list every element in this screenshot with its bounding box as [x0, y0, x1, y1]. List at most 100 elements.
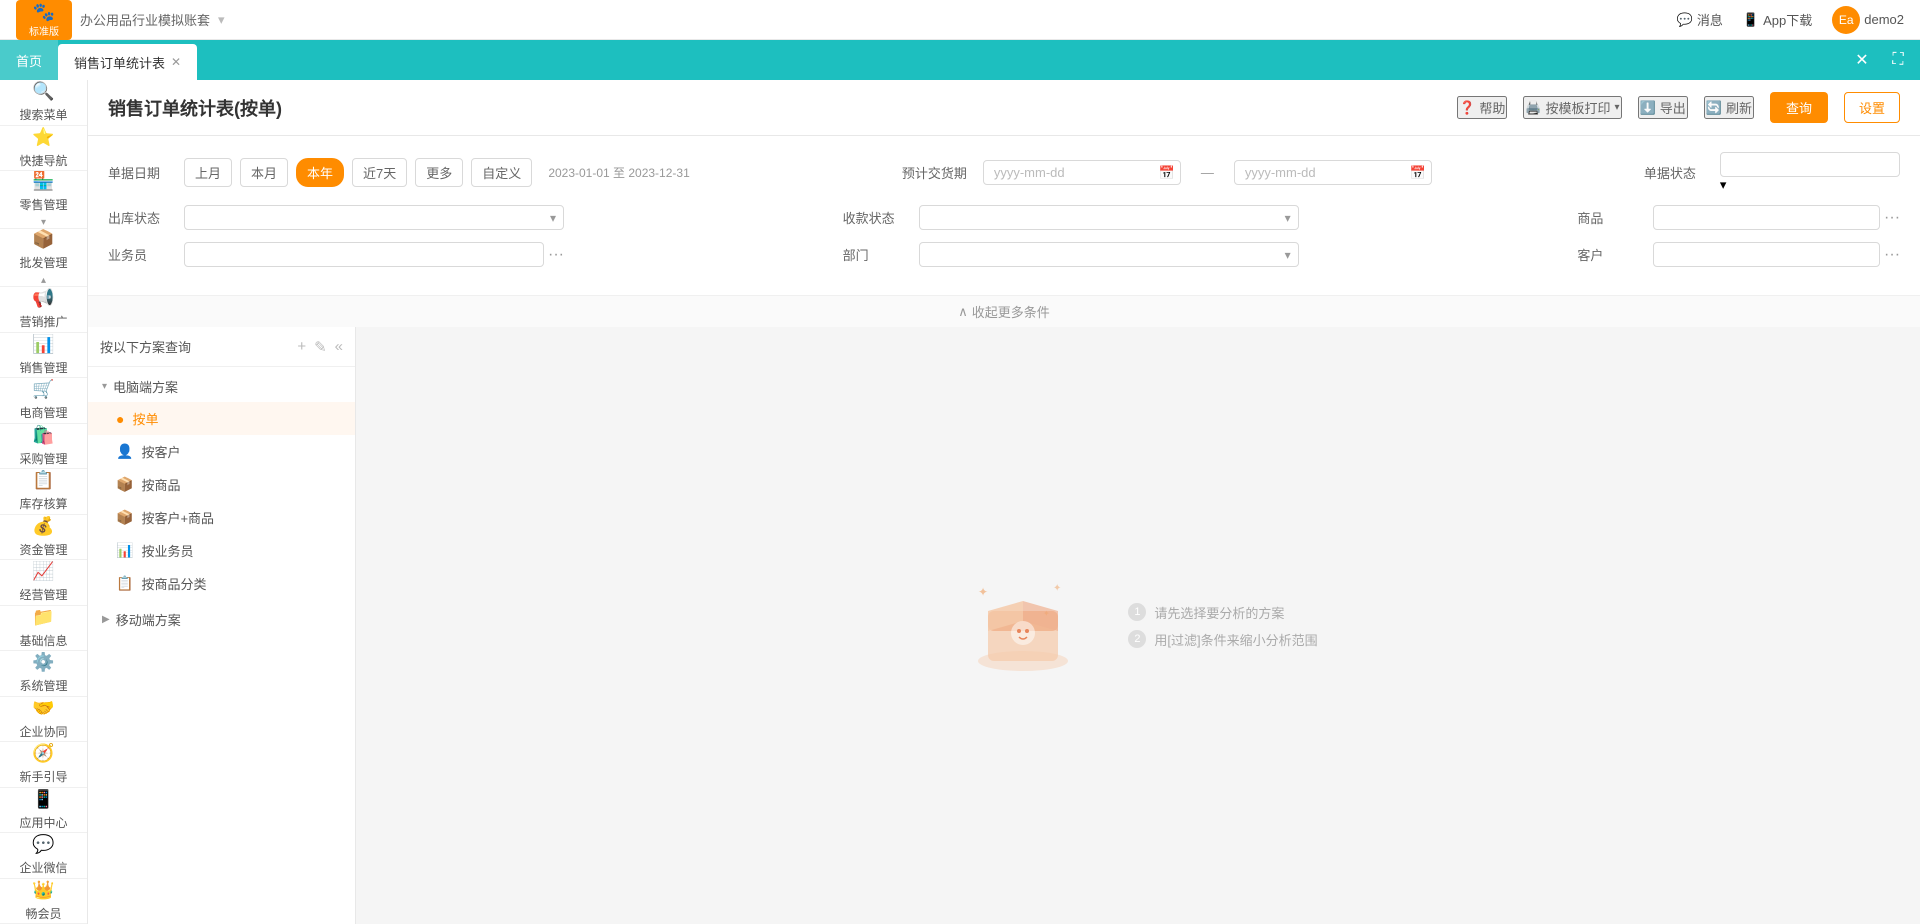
message-button[interactable]: 💬 消息 [1677, 10, 1723, 29]
sidebar-item-basic[interactable]: 📁 基础信息 [0, 606, 87, 652]
sidebar-item-label: 应用中心 [19, 814, 67, 831]
scheme-add-icon[interactable]: + [297, 338, 306, 355]
operation-icon: 📈 [32, 561, 54, 582]
delivery-end-wrap: 📅 [1234, 160, 1432, 185]
scheme-group-mobile[interactable]: ▶ 移动端方案 [88, 604, 355, 635]
scheme-item-label-by-category: 按商品分类 [141, 574, 206, 593]
user-menu[interactable]: Ea demo2 [1832, 6, 1904, 34]
scheme-item-by-cust-product[interactable]: 📦 按客户+商品 [88, 501, 355, 534]
order-status-select-wrap: ▾ [1720, 152, 1900, 193]
refresh-button[interactable]: 🔄 刷新 [1704, 96, 1754, 119]
sidebar-item-label: 新手引导 [19, 768, 67, 785]
delivery-end-cal-icon[interactable]: 📅 [1410, 165, 1426, 181]
salesperson-input[interactable] [184, 242, 544, 267]
delivery-status-select[interactable] [184, 205, 564, 230]
customer-input[interactable] [1653, 242, 1880, 267]
sidebar-item-label: 电商管理 [19, 404, 67, 421]
department-select[interactable] [919, 242, 1299, 267]
scheme-edit-icon[interactable]: ✎ [314, 338, 327, 356]
sidebar-item-purchase[interactable]: 🛍️ 采购管理 [0, 424, 87, 470]
collapse-bar[interactable]: ∧ 收起更多条件 [88, 295, 1920, 327]
query-button[interactable]: 查询 [1770, 92, 1828, 123]
date-btn-custom[interactable]: 自定义 [471, 158, 532, 187]
date-btn-this-year[interactable]: 本年 [296, 158, 344, 187]
customer-dots-icon[interactable]: ··· [1884, 246, 1900, 264]
sidebar-item-quick-nav[interactable]: ⭐ 快捷导航 [0, 126, 87, 172]
sidebar-item-enterprise-wx[interactable]: 💬 企业微信 [0, 833, 87, 879]
payment-status-select[interactable] [919, 205, 1299, 230]
product-dots-icon[interactable]: ··· [1884, 209, 1900, 227]
sidebar-item-marketing[interactable]: 📢 营销推广 [0, 287, 87, 333]
scheme-item-icon-by-customer: 👤 [116, 443, 133, 460]
page-header-actions: ❓ 帮助 🖨️ 按模板打印 ▾ ⬇️ 导出 🔄 刷新 查询 [1457, 92, 1900, 135]
sidebar-item-retail[interactable]: 🏪 零售管理 ▾ [0, 171, 87, 229]
sidebar-item-search-menu[interactable]: 🔍 搜索菜单 [0, 80, 87, 126]
main-layout: 🔍 搜索菜单 ⭐ 快捷导航 🏪 零售管理 ▾ 📦 批发管理 ▴ 📢 营销推广 📊… [0, 80, 1920, 924]
sidebar-item-wholesale[interactable]: 📦 批发管理 ▴ [0, 229, 87, 287]
help-label: 帮助 [1479, 98, 1505, 117]
empty-hint-2: 2 用[过滤]条件来缩小分析范围 [1128, 630, 1317, 649]
breadcrumb: 办公用品行业模拟账套 [80, 10, 210, 29]
help-button[interactable]: ❓ 帮助 [1457, 96, 1507, 119]
sidebar-item-enterprise[interactable]: 🤝 企业协同 [0, 697, 87, 743]
department-label: 部门 [843, 245, 903, 264]
delivery-status-label: 出库状态 [108, 208, 168, 227]
scheme-item-by-product[interactable]: 📦 按商品 [88, 468, 355, 501]
delivery-start-input[interactable] [983, 160, 1181, 185]
sidebar-item-finance[interactable]: 💰 资金管理 [0, 515, 87, 561]
scheme-item-by-category[interactable]: 📋 按商品分类 [88, 567, 355, 600]
scheme-panel-actions: + ✎ « [297, 338, 343, 356]
product-input[interactable] [1653, 205, 1880, 230]
empty-state: ✦ ✦ ✦ 1 请先选择要分析的方案 2 用[过滤]条件来缩小分析范围 [958, 561, 1317, 691]
sidebar-item-newbie[interactable]: 🧭 新手引导 [0, 742, 87, 788]
tab-sales-stat[interactable]: 销售订单统计表 ✕ [58, 44, 197, 80]
app-download-button[interactable]: 📱 App下载 [1743, 10, 1812, 29]
basic-icon: 📁 [32, 607, 54, 628]
sidebar-item-system[interactable]: ⚙️ 系统管理 [0, 651, 87, 697]
sidebar-item-sales[interactable]: 📊 销售管理 [0, 333, 87, 379]
sidebar-item-member[interactable]: 👑 畅会员 [0, 879, 87, 924]
scheme-item-by-order[interactable]: ● 按单 [88, 402, 355, 435]
tab-close-window-icon[interactable]: ✕ [1848, 46, 1876, 74]
date-btn-this-month[interactable]: 本月 [240, 158, 288, 187]
date-btn-more[interactable]: 更多 [415, 158, 463, 187]
breadcrumb-arrow[interactable]: ▾ [218, 12, 225, 28]
settings-button[interactable]: 设置 [1844, 92, 1900, 123]
scheme-collapse-icon[interactable]: « [335, 338, 343, 355]
search-menu-icon: 🔍 [32, 81, 54, 102]
logo-icon: 🐾 [33, 2, 55, 23]
export-button[interactable]: ⬇️ 导出 [1638, 96, 1688, 119]
tab-home[interactable]: 首页 [0, 40, 58, 80]
settings-label: 设置 [1859, 98, 1885, 117]
delivery-end-input[interactable] [1234, 160, 1432, 185]
collapse-bar-inner: ∧ 收起更多条件 [958, 302, 1050, 321]
sidebar-item-ecommerce[interactable]: 🛒 电商管理 [0, 378, 87, 424]
sidebar-item-app-center[interactable]: 📱 应用中心 [0, 788, 87, 834]
salesperson-dots-icon[interactable]: ··· [548, 246, 564, 264]
date-btn-last-7[interactable]: 近7天 [352, 158, 407, 187]
refresh-label: 刷新 [1726, 98, 1752, 117]
retail-icon: 🏪 [32, 171, 54, 192]
date-btn-last-month[interactable]: 上月 [184, 158, 232, 187]
print-template-button[interactable]: 🖨️ 按模板打印 ▾ [1523, 96, 1621, 119]
tab-fullscreen-icon[interactable]: ⛶ [1884, 46, 1912, 74]
page-header: 销售订单统计表(按单) ❓ 帮助 🖨️ 按模板打印 ▾ ⬇️ 导出 🔄 刷新 [88, 80, 1920, 136]
scheme-group-header-pc[interactable]: ▾ 电脑端方案 [88, 371, 355, 402]
order-status-select[interactable] [1720, 152, 1900, 177]
sidebar-item-label: 企业协同 [19, 723, 67, 740]
scheme-item-by-customer[interactable]: 👤 按客户 [88, 435, 355, 468]
date-buttons: 上月 本月 本年 近7天 更多 自定义 [184, 158, 532, 187]
delivery-start-cal-icon[interactable]: 📅 [1159, 165, 1175, 181]
message-label: 消息 [1697, 10, 1723, 29]
scheme-panel-title: 按以下方案查询 [100, 337, 191, 356]
topbar-left: 🐾 标准版 办公用品行业模拟账套 ▾ [16, 0, 225, 40]
sidebar-item-operation[interactable]: 📈 经营管理 [0, 560, 87, 606]
scheme-item-by-salesperson[interactable]: 📊 按业务员 [88, 534, 355, 567]
enterprise-icon: 🤝 [32, 698, 54, 719]
sidebar-item-inventory[interactable]: 📋 库存核算 [0, 469, 87, 515]
newbie-icon: 🧭 [32, 743, 54, 764]
department-select-wrap: ▾ [919, 242, 1299, 267]
tab-close-icon[interactable]: ✕ [171, 55, 181, 69]
sidebar-item-label: 搜索菜单 [19, 106, 67, 123]
order-status-label: 单据状态 [1644, 163, 1704, 182]
